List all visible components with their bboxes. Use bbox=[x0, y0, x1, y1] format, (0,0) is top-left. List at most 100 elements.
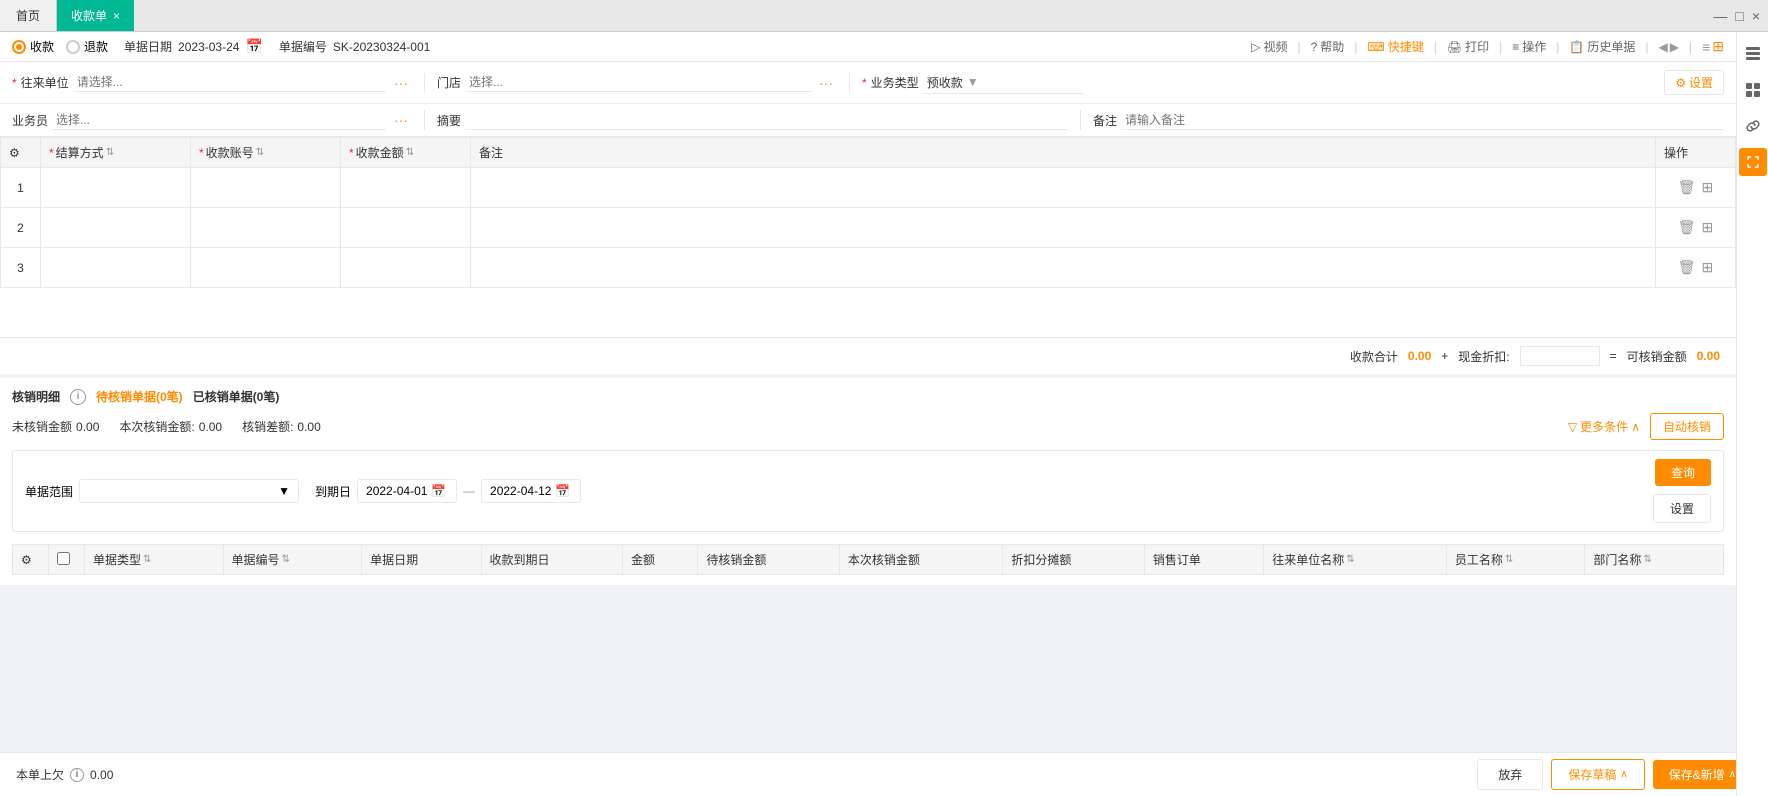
next-arrow[interactable]: ▶ bbox=[1670, 40, 1679, 54]
business-type-select[interactable]: 预收款 ▼ bbox=[923, 72, 1083, 94]
refund-radio[interactable]: 退款 bbox=[66, 38, 108, 55]
store-more-button[interactable]: ··· bbox=[815, 75, 837, 91]
cell-account-3[interactable] bbox=[191, 248, 341, 288]
minimize-button[interactable]: — bbox=[1713, 8, 1727, 24]
cell-amount-1[interactable] bbox=[341, 168, 471, 208]
copy-icon-2[interactable]: ⊞ bbox=[1702, 219, 1714, 236]
more-conditions-button[interactable]: ▽ 更多条件 ∧ bbox=[1568, 418, 1640, 435]
sort-employee[interactable]: 员工名称 ⇅ bbox=[1455, 551, 1577, 568]
summary-input[interactable] bbox=[465, 111, 1068, 130]
btype-arrow-icon: ▼ bbox=[967, 75, 979, 89]
save-draft-button[interactable]: 保存草稿 ∧ bbox=[1551, 759, 1644, 790]
history-button[interactable]: 📋 历史单据 bbox=[1569, 38, 1635, 55]
help-button[interactable]: ? 帮助 bbox=[1311, 38, 1345, 55]
sidebar-table-icon[interactable] bbox=[1739, 40, 1767, 68]
sidebar-link-icon[interactable] bbox=[1739, 112, 1767, 140]
th-settings[interactable]: ⚙ bbox=[1, 138, 41, 168]
required-star: * bbox=[49, 146, 54, 160]
row-num-3: 3 bbox=[1, 248, 41, 288]
number-value[interactable]: SK-20230324-001 bbox=[333, 40, 430, 54]
help-label: 帮助 bbox=[1320, 38, 1344, 55]
select-all-checkbox[interactable] bbox=[57, 552, 70, 565]
completed-tab[interactable]: 已核销单据(0笔) bbox=[193, 388, 280, 405]
note-label: 备注 bbox=[1093, 112, 1117, 129]
tab-close-icon[interactable]: × bbox=[113, 9, 120, 23]
query-button[interactable]: 查询 bbox=[1655, 459, 1711, 486]
counterpart-more-button[interactable]: ··· bbox=[390, 75, 412, 91]
settings-button[interactable]: ⚙ 设置 bbox=[1664, 70, 1724, 95]
date-calendar-icon[interactable]: 📅 bbox=[245, 38, 262, 55]
auto-verify-button[interactable]: 自动核销 bbox=[1650, 413, 1724, 440]
sort-counterpart[interactable]: 往来单位名称 ⇅ bbox=[1272, 551, 1438, 568]
nav-arrows: ◀ ▶ bbox=[1659, 40, 1679, 54]
sep4: | bbox=[1499, 40, 1502, 54]
date-from-input[interactable]: 2022-04-01 📅 bbox=[357, 479, 457, 503]
print-button[interactable]: 🖨 打印 bbox=[1447, 38, 1489, 55]
save-new-arrow-icon: ∧ bbox=[1729, 769, 1736, 780]
sort-dept[interactable]: 部门名称 ⇅ bbox=[1593, 551, 1715, 568]
date-to-input[interactable]: 2022-04-12 📅 bbox=[481, 479, 581, 503]
operation-icon: ≡ bbox=[1512, 40, 1519, 54]
sort-doc-number[interactable]: 单据编号 ⇅ bbox=[232, 551, 354, 568]
shortcut-button[interactable]: ⌨ 快捷键 bbox=[1367, 38, 1423, 55]
cell-amount-3[interactable] bbox=[341, 248, 471, 288]
cell-note-2[interactable] bbox=[471, 208, 1656, 248]
cell-note-1[interactable] bbox=[471, 168, 1656, 208]
cell-account-2[interactable] bbox=[191, 208, 341, 248]
copy-icon-1[interactable]: ⊞ bbox=[1702, 179, 1714, 196]
view-toggle: ≡ ⊞ bbox=[1702, 38, 1724, 55]
cell-note-3[interactable] bbox=[471, 248, 1656, 288]
filter-setup-button[interactable]: 设置 bbox=[1653, 494, 1711, 523]
bth-checkbox[interactable] bbox=[49, 545, 85, 575]
abandon-button[interactable]: 放弃 bbox=[1477, 759, 1543, 790]
tab-receipt[interactable]: 收款单 × bbox=[57, 0, 134, 31]
salesperson-label: 业务员 bbox=[12, 112, 48, 129]
copy-icon-3[interactable]: ⊞ bbox=[1702, 259, 1714, 276]
delete-icon-2[interactable]: 🗑 bbox=[1678, 219, 1696, 236]
pending-tab[interactable]: 待核销单据(0笔) bbox=[96, 388, 183, 405]
sort-doc-type[interactable]: 单据类型 ⇅ bbox=[93, 551, 215, 568]
close-button[interactable]: × bbox=[1752, 8, 1760, 24]
maximize-button[interactable]: □ bbox=[1735, 8, 1743, 24]
salesperson-field: 业务员 ··· bbox=[12, 111, 412, 130]
date-field-group: 单据日期 2023-03-24 📅 bbox=[124, 38, 263, 55]
cell-payment-3[interactable] bbox=[41, 248, 191, 288]
date-value[interactable]: 2023-03-24 bbox=[178, 40, 239, 54]
salesperson-input[interactable] bbox=[52, 111, 386, 130]
sidebar-expand-icon[interactable] bbox=[1739, 148, 1767, 176]
verif-info-icon[interactable]: i bbox=[70, 389, 86, 405]
due-label: 到期日 bbox=[315, 483, 351, 500]
range-select[interactable]: ▼ bbox=[79, 479, 299, 503]
sort-amount[interactable]: * 收款金额 ⇅ bbox=[349, 144, 462, 161]
note-input[interactable] bbox=[1121, 111, 1724, 130]
receipt-radio[interactable]: 收款 bbox=[12, 38, 54, 55]
sort-icon-employee: ⇅ bbox=[1505, 554, 1513, 565]
info-icon-footer[interactable]: i bbox=[70, 768, 84, 782]
store-input[interactable] bbox=[465, 73, 811, 92]
cell-payment-1[interactable] bbox=[41, 168, 191, 208]
salesperson-more-button[interactable]: ··· bbox=[390, 112, 412, 128]
prev-arrow[interactable]: ◀ bbox=[1659, 40, 1668, 54]
sidebar-grid-icon[interactable] bbox=[1739, 76, 1767, 104]
list-view-icon[interactable]: ≡ bbox=[1702, 39, 1710, 55]
cell-account-1[interactable] bbox=[191, 168, 341, 208]
operation-button[interactable]: ≡ 操作 bbox=[1512, 38, 1546, 55]
main-toolbar: 收款 退款 单据日期 2023-03-24 📅 单据编号 SK-20230324… bbox=[0, 32, 1736, 62]
bth-settings[interactable]: ⚙ bbox=[13, 545, 49, 575]
receipt-radio-dot bbox=[12, 40, 26, 54]
current-verif-stat: 本次核销金额: 0.00 bbox=[119, 418, 222, 435]
tab-home[interactable]: 首页 bbox=[0, 0, 57, 31]
delete-icon-1[interactable]: 🗑 bbox=[1678, 179, 1696, 196]
cell-amount-2[interactable] bbox=[341, 208, 471, 248]
grid-view-icon[interactable]: ⊞ bbox=[1712, 38, 1724, 55]
verif-stats: 未核销金额 0.00 本次核销金额: 0.00 核销差额: 0.00 ▽ 更多条… bbox=[12, 413, 1724, 440]
cell-payment-2[interactable] bbox=[41, 208, 191, 248]
counterpart-input[interactable] bbox=[73, 73, 386, 92]
delete-icon-3[interactable]: 🗑 bbox=[1678, 259, 1696, 276]
sort-payment[interactable]: * 结算方式 ⇅ bbox=[49, 144, 182, 161]
video-button[interactable]: ▷ 视频 bbox=[1251, 38, 1287, 55]
history-label: 历史单据 bbox=[1587, 38, 1635, 55]
sort-account[interactable]: * 收款账号 ⇅ bbox=[199, 144, 332, 161]
discount-input[interactable] bbox=[1520, 346, 1600, 366]
range-label: 单据范围 bbox=[25, 483, 73, 500]
